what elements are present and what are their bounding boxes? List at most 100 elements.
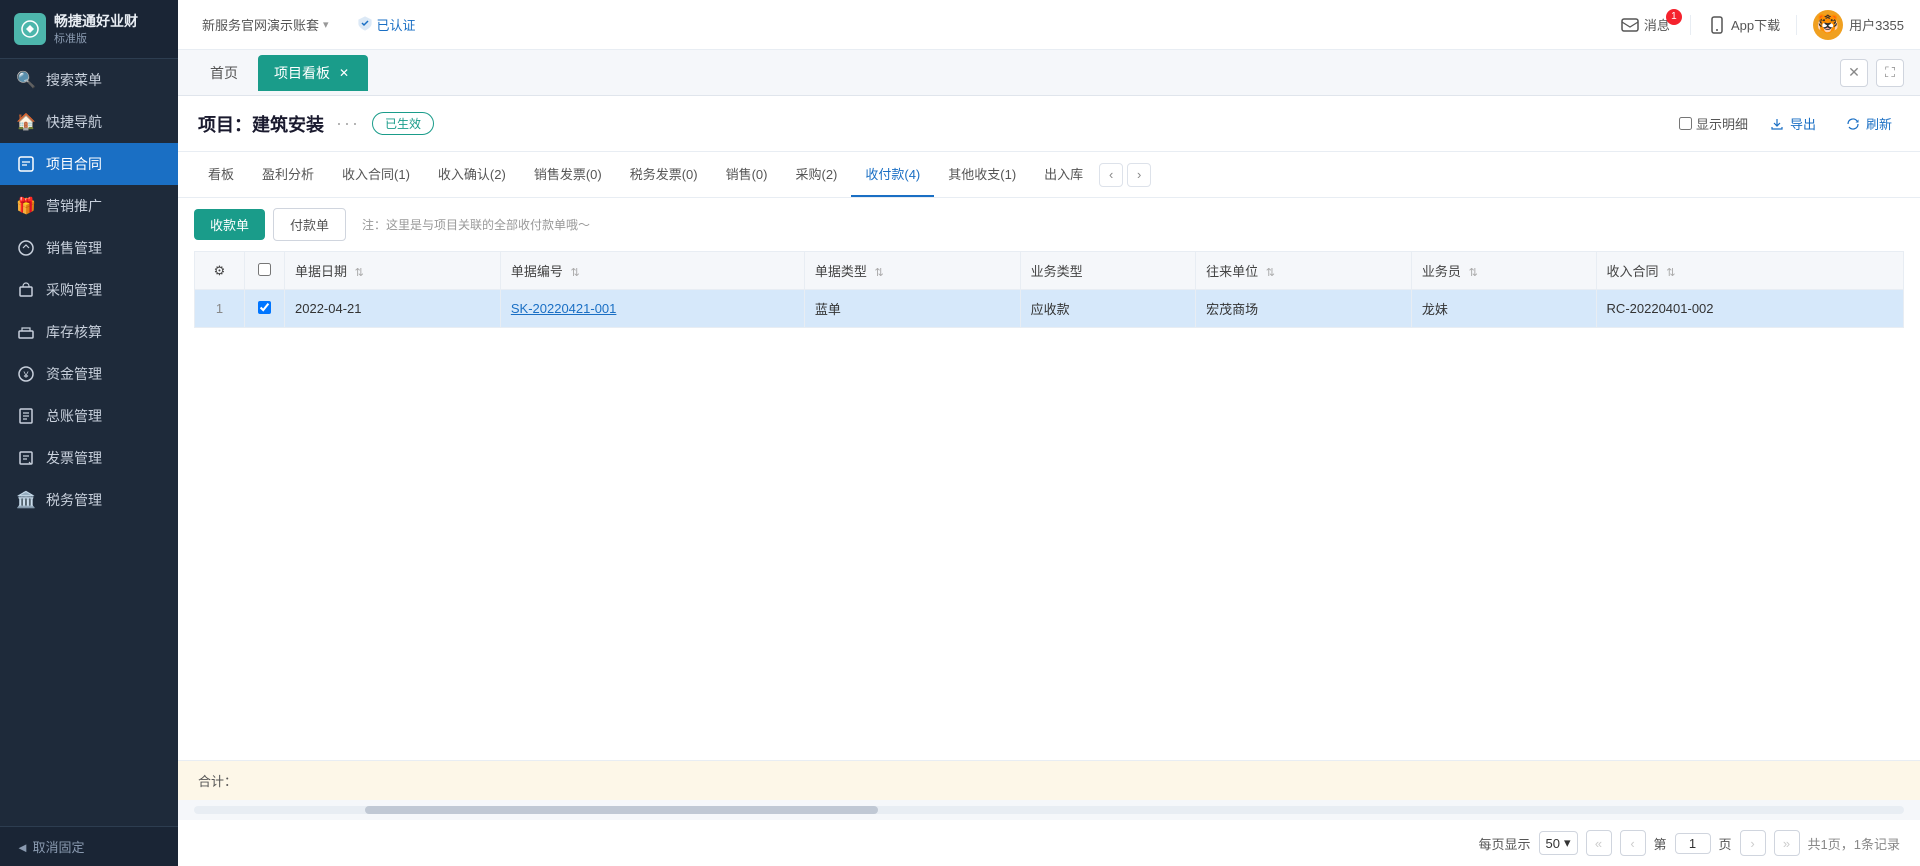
col-header-salesperson[interactable]: 业务员 ⇅: [1411, 252, 1596, 290]
sort-icon[interactable]: ⇅: [1266, 267, 1275, 279]
sidebar-item-search[interactable]: 🔍 搜索菜单: [0, 59, 178, 101]
col-header-check[interactable]: [245, 252, 285, 290]
app-name: 畅捷通好业财: [54, 12, 138, 30]
scrollbar-thumb[interactable]: [365, 806, 878, 814]
app-download-label: App下载: [1731, 15, 1780, 34]
sidebar-item-invoice[interactable]: 发票管理: [0, 437, 178, 479]
divider: [1796, 15, 1797, 35]
col-header-counterpart[interactable]: 往来单位 ⇅: [1196, 252, 1412, 290]
sort-icon[interactable]: ⇅: [874, 267, 883, 279]
sidebar-item-capital[interactable]: ¥ 资金管理: [0, 353, 178, 395]
expand-window-button[interactable]: ⛶: [1876, 59, 1904, 87]
sub-nav-item-purchase[interactable]: 采购(2): [781, 152, 851, 197]
settings-icon[interactable]: ⚙: [214, 263, 226, 278]
sidebar-item-sales[interactable]: 销售管理: [0, 227, 178, 269]
summary-label: 合计：: [198, 774, 237, 789]
col-header-type[interactable]: 单据类型 ⇅: [804, 252, 1020, 290]
sub-nav-item-income-confirm[interactable]: 收入确认(2): [424, 152, 520, 197]
gift-icon: 🎁: [16, 196, 36, 216]
scrollbar-area[interactable]: [178, 800, 1920, 820]
sub-nav-item-tax-invoice[interactable]: 税务发票(0): [616, 152, 712, 197]
cell-counterpart: 宏茂商场: [1196, 290, 1412, 328]
sub-nav-prev-arrow[interactable]: ‹: [1099, 163, 1123, 187]
close-window-button[interactable]: ✕: [1840, 59, 1868, 87]
page-size-label: 每页显示: [1478, 834, 1530, 853]
sidebar-item-project-contract[interactable]: 项目合同: [0, 143, 178, 185]
col-business-type-label: 业务类型: [1031, 264, 1083, 279]
refresh-label: 刷新: [1866, 114, 1892, 133]
sidebar-item-label: 发票管理: [46, 448, 102, 468]
col-header-income-contract[interactable]: 收入合同 ⇅: [1596, 252, 1903, 290]
col-header-date[interactable]: 单据日期 ⇅: [285, 252, 501, 290]
row-checkbox[interactable]: [258, 301, 271, 314]
first-page-button[interactable]: «: [1586, 830, 1612, 856]
more-options-icon[interactable]: ···: [336, 113, 360, 134]
tab-project-board-label: 项目看板: [274, 63, 330, 83]
sub-nav-item-sales[interactable]: 销售(0): [712, 152, 782, 197]
last-page-button[interactable]: »: [1774, 830, 1800, 856]
show-detail-label: 显示明细: [1696, 114, 1748, 133]
sort-icon[interactable]: ⇅: [571, 267, 580, 279]
app-download-button[interactable]: App下载: [1707, 15, 1780, 35]
payment-bill-button[interactable]: 付款单: [273, 208, 346, 241]
sub-nav-item-inout-warehouse[interactable]: 出入库: [1030, 152, 1097, 197]
col-income-contract-label: 收入合同: [1607, 264, 1659, 279]
sub-nav-item-profit-analysis[interactable]: 盈利分析: [248, 152, 328, 197]
sidebar-pin-toggle[interactable]: ◄ 取消固定: [0, 826, 178, 866]
sort-icon[interactable]: ⇅: [355, 267, 364, 279]
sub-nav-item-sales-invoice[interactable]: 销售发票(0): [520, 152, 616, 197]
prev-page-button[interactable]: ‹: [1620, 830, 1646, 856]
sidebar-item-label: 采购管理: [46, 280, 102, 300]
page-size-select[interactable]: 50 ▾: [1539, 831, 1578, 855]
sort-icon[interactable]: ⇅: [1666, 267, 1675, 279]
col-header-index[interactable]: ⚙: [195, 252, 245, 290]
invoice-icon: [16, 448, 36, 468]
sub-nav-next-arrow[interactable]: ›: [1127, 163, 1151, 187]
tab-project-board[interactable]: 项目看板 ✕: [258, 55, 368, 91]
table-body: 1 2022-04-21 SK-20220421-001 蓝单 应收款 宏茂商场…: [195, 290, 1904, 328]
horizontal-scrollbar[interactable]: [194, 806, 1904, 814]
phone-icon: [1707, 15, 1727, 35]
summary-row: 合计：: [178, 760, 1920, 800]
sidebar-item-label: 总账管理: [46, 406, 102, 426]
col-header-business-type[interactable]: 业务类型: [1020, 252, 1195, 290]
sidebar-item-label: 税务管理: [46, 490, 102, 510]
divider: [1690, 15, 1691, 35]
sub-nav-item-income-contract[interactable]: 收入合同(1): [328, 152, 424, 197]
tax-icon: 🏛️: [16, 490, 36, 510]
last-page-icon: »: [1783, 836, 1790, 851]
user-menu[interactable]: 🐯 用户3355: [1813, 10, 1904, 40]
sidebar-item-label: 库存核算: [46, 322, 102, 342]
messages-button[interactable]: 消息 1: [1616, 15, 1674, 35]
receipt-bill-button[interactable]: 收款单: [194, 209, 265, 240]
sidebar-item-inventory[interactable]: 库存核算: [0, 311, 178, 353]
sub-nav-item-receipt-payment[interactable]: 收付款(4): [851, 152, 934, 197]
sidebar-item-general-ledger[interactable]: 总账管理: [0, 395, 178, 437]
select-all-checkbox[interactable]: [258, 263, 271, 276]
sidebar-item-tax[interactable]: 🏛️ 税务管理: [0, 479, 178, 521]
first-page-icon: «: [1595, 836, 1602, 851]
show-detail-checkbox-label[interactable]: 显示明细: [1679, 114, 1748, 133]
tab-home[interactable]: 首页: [194, 55, 254, 91]
project-selector[interactable]: 新服务官网演示账套 ▾: [194, 11, 337, 38]
refresh-button[interactable]: 刷新: [1838, 110, 1900, 137]
page-number-input[interactable]: [1675, 833, 1711, 854]
col-header-number[interactable]: 单据编号 ⇅: [500, 252, 804, 290]
tab-close-icon[interactable]: ✕: [336, 65, 352, 81]
sort-icon[interactable]: ⇅: [1469, 267, 1478, 279]
next-page-button[interactable]: ›: [1740, 830, 1766, 856]
sidebar-item-quick-nav[interactable]: 🏠 快捷导航: [0, 101, 178, 143]
cell-number[interactable]: SK-20220421-001: [500, 290, 804, 328]
capital-icon: ¥: [16, 364, 36, 384]
cell-check[interactable]: [245, 290, 285, 328]
sidebar-item-purchase[interactable]: 采购管理: [0, 269, 178, 311]
bill-number-link[interactable]: SK-20220421-001: [511, 301, 617, 316]
sub-nav-item-kanban[interactable]: 看板: [194, 152, 248, 197]
tabbar-actions: ✕ ⛶: [1840, 59, 1904, 87]
show-detail-checkbox[interactable]: [1679, 117, 1692, 130]
sidebar-item-marketing[interactable]: 🎁 营销推广: [0, 185, 178, 227]
sub-nav-item-other-receipts[interactable]: 其他收支(1): [934, 152, 1030, 197]
export-button[interactable]: 导出: [1762, 110, 1824, 137]
page-total: 共1页，1条记录: [1808, 834, 1900, 853]
table-row[interactable]: 1 2022-04-21 SK-20220421-001 蓝单 应收款 宏茂商场…: [195, 290, 1904, 328]
